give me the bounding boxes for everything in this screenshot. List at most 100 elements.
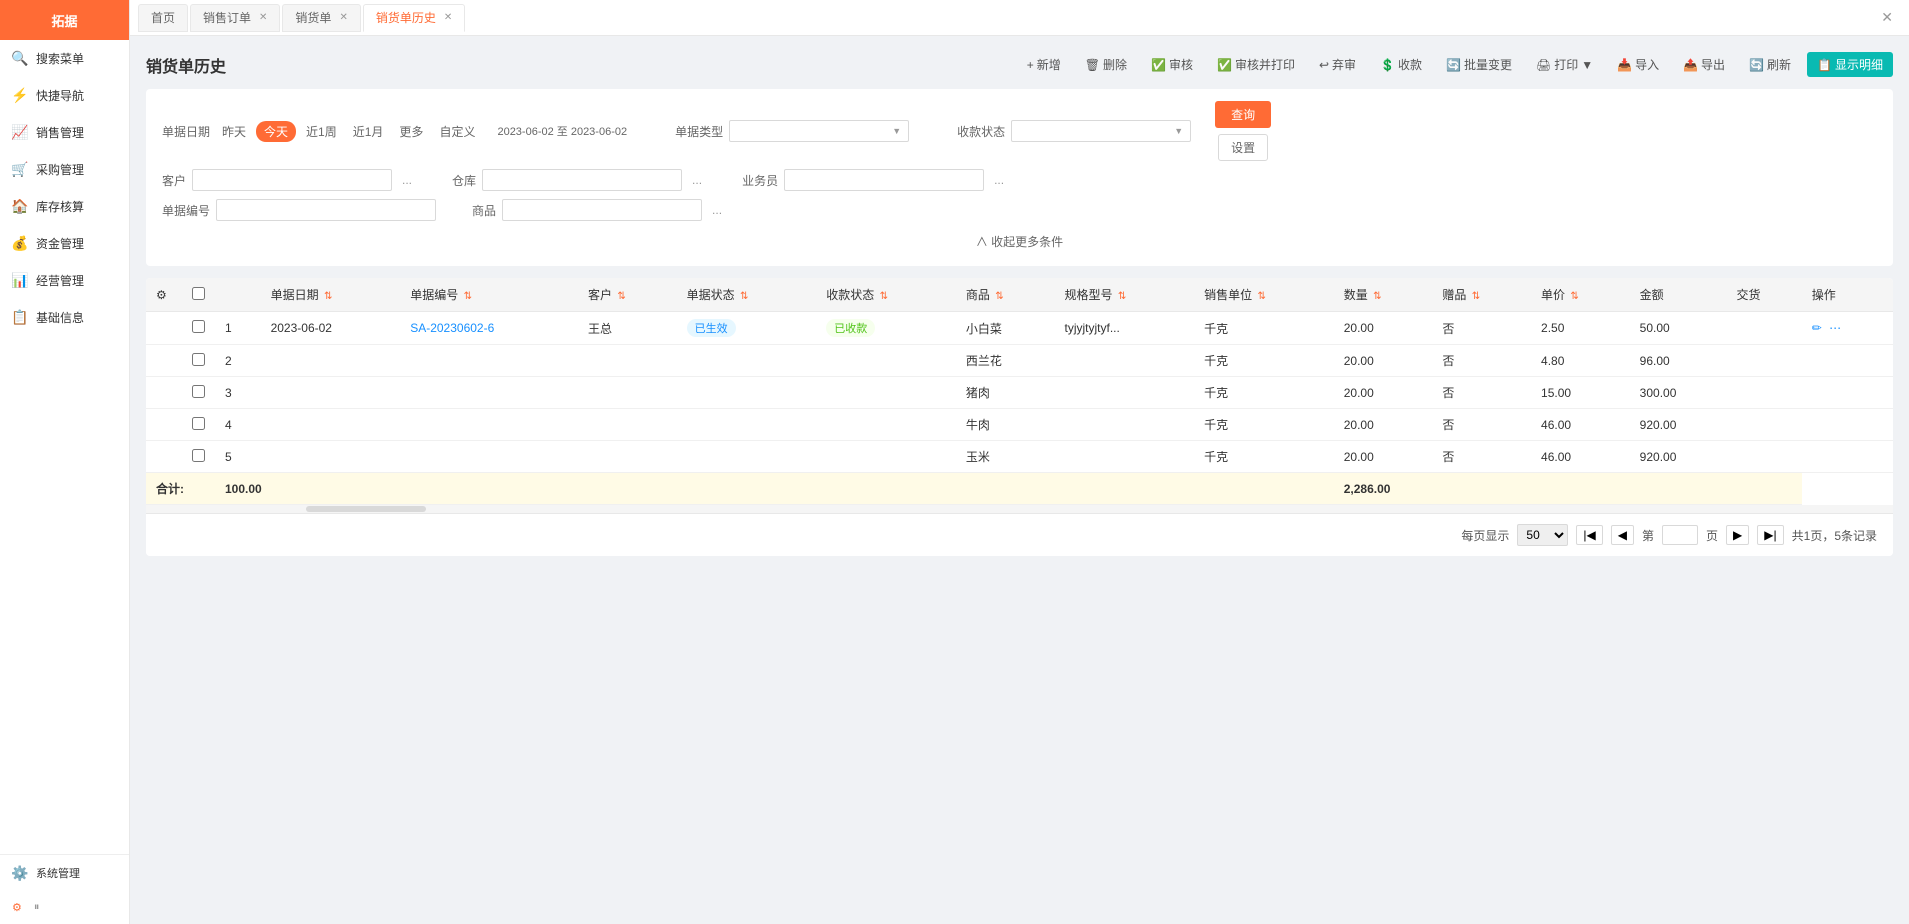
pause-icon[interactable]: ⏸	[34, 901, 40, 914]
table-row: 3 猪肉 千克 20.00 否 15.00 300.	[146, 377, 1893, 409]
shortcut-custom[interactable]: 自定义	[433, 121, 481, 142]
first-page-button[interactable]: |◀	[1576, 525, 1602, 545]
customer-dots[interactable]: ...	[398, 173, 416, 187]
query-button[interactable]: 查询	[1215, 101, 1271, 128]
cell-pay-status	[816, 377, 956, 409]
shortcut-last1m[interactable]: 近1月	[347, 121, 390, 142]
cell-qty: 20.00	[1334, 312, 1433, 345]
doc-no-input[interactable]	[216, 199, 436, 221]
th-doc-no[interactable]: 单据编号 ⇅	[400, 278, 578, 312]
settings-icon[interactable]: ⚙	[12, 901, 22, 914]
tab-sales-goods-close[interactable]: ✕	[339, 12, 347, 23]
th-settings[interactable]: ⚙	[146, 278, 182, 312]
th-spec[interactable]: 规格型号 ⇅	[1055, 278, 1195, 312]
abandon-button[interactable]: ↩ 弃审	[1311, 52, 1364, 77]
tab-home[interactable]: 首页	[138, 4, 188, 32]
goods-dots[interactable]: ...	[708, 203, 726, 217]
th-pay-status[interactable]: 收款状态 ⇅	[816, 278, 956, 312]
tab-sales-history[interactable]: 销货单历史 ✕	[363, 4, 465, 32]
cell-spec	[1055, 409, 1195, 441]
doc-type-select[interactable]	[729, 120, 909, 142]
warehouse-dots[interactable]: ...	[688, 173, 706, 187]
row-checkbox-5[interactable]	[192, 449, 205, 462]
page-label-2: 页	[1706, 527, 1718, 544]
th-goods[interactable]: 商品 ⇅	[956, 278, 1055, 312]
shortcut-today[interactable]: 今天	[256, 121, 296, 142]
collect-button[interactable]: 💲 收款	[1372, 52, 1430, 77]
audit-icon: ✅	[1151, 58, 1166, 72]
table-scrollbar[interactable]	[146, 505, 1893, 513]
cell-seq: 4	[215, 409, 261, 441]
cell-settings	[146, 409, 182, 441]
sidebar-item-system-mgmt[interactable]: ⚙️ 系统管理	[0, 855, 129, 891]
import-button[interactable]: 📥 导入	[1609, 52, 1667, 77]
shortcut-more[interactable]: 更多	[393, 121, 429, 142]
delete-button[interactable]: 🗑 删除	[1077, 52, 1135, 77]
next-page-button[interactable]: ▶	[1726, 525, 1749, 545]
sort-spec-icon: ⇅	[1118, 291, 1126, 302]
select-all-checkbox[interactable]	[192, 287, 205, 300]
tab-sales-goods[interactable]: 销货单 ✕	[282, 4, 360, 32]
prev-page-button[interactable]: ◀	[1611, 525, 1634, 545]
sidebar-item-label: 快捷导航	[36, 87, 84, 104]
action-more[interactable]: ⋯	[1829, 321, 1841, 335]
tab-sales-history-label: 销货单历史	[376, 9, 436, 26]
sidebar-item-sales-mgmt[interactable]: 📈 销售管理	[0, 114, 129, 151]
cell-spec	[1055, 441, 1195, 473]
tab-sales-order-close[interactable]: ✕	[259, 12, 267, 23]
action-edit[interactable]: ✏	[1812, 321, 1822, 335]
tab-sales-order[interactable]: 销售订单 ✕	[190, 4, 280, 32]
audit-print-button[interactable]: ✅ 审核并打印	[1209, 52, 1303, 77]
shortcut-last7[interactable]: 近1周	[300, 121, 343, 142]
th-unit[interactable]: 销售单位 ⇅	[1194, 278, 1334, 312]
sidebar-item-search-menu[interactable]: 🔍 搜索菜单	[0, 40, 129, 77]
last-page-button[interactable]: ▶|	[1757, 525, 1783, 545]
per-page-select[interactable]: 50 100	[1517, 524, 1568, 546]
row-checkbox-2[interactable]	[192, 353, 205, 366]
payment-status-select[interactable]	[1011, 120, 1191, 142]
sidebar-item-quick-nav[interactable]: ⚡ 快捷导航	[0, 77, 129, 114]
sidebar-item-finance-mgmt[interactable]: 💰 资金管理	[0, 225, 129, 262]
export-button[interactable]: 📤 导出	[1675, 52, 1733, 77]
th-price[interactable]: 单价 ⇅	[1531, 278, 1630, 312]
add-button[interactable]: + 新增	[1019, 52, 1069, 77]
doc-no-link[interactable]: SA-20230602-6	[410, 321, 494, 335]
sidebar-item-inventory-calc[interactable]: 🏠 库存核算	[0, 188, 129, 225]
th-gift[interactable]: 赠品 ⇅	[1432, 278, 1531, 312]
audit-button[interactable]: ✅ 审核	[1143, 52, 1201, 77]
sidebar-item-purchase-mgmt[interactable]: 🛒 采购管理	[0, 151, 129, 188]
show-detail-button[interactable]: 📋 显示明细	[1807, 52, 1893, 77]
customer-input[interactable]	[192, 169, 392, 191]
scrollbar-thumb[interactable]	[306, 506, 426, 512]
th-trade: 交货	[1727, 278, 1802, 312]
row-checkbox-1[interactable]	[192, 320, 205, 333]
search-menu-icon: 🔍	[12, 51, 28, 67]
staff-dots[interactable]: ...	[990, 173, 1008, 187]
th-doc-date[interactable]: 单据日期 ⇅	[261, 278, 401, 312]
table-row: 2 西兰花 千克 20.00 否 4.80 96.0	[146, 345, 1893, 377]
abandon-icon: ↩	[1319, 58, 1329, 72]
warehouse-input[interactable]	[482, 169, 682, 191]
th-customer[interactable]: 客户 ⇅	[578, 278, 677, 312]
page-input[interactable]: 1	[1662, 525, 1698, 545]
cell-pay-status	[816, 409, 956, 441]
cell-price: 15.00	[1531, 377, 1630, 409]
sidebar-item-operation-mgmt[interactable]: 📊 经营管理	[0, 262, 129, 299]
th-qty[interactable]: 数量 ⇅	[1334, 278, 1433, 312]
row-checkbox-4[interactable]	[192, 417, 205, 430]
close-all-icon[interactable]: ✕	[1873, 9, 1901, 26]
cell-gift: 否	[1432, 377, 1531, 409]
refresh-button[interactable]: 🔄 刷新	[1741, 52, 1799, 77]
batch-change-button[interactable]: 🔄 批量变更	[1438, 52, 1520, 77]
cell-doc-status	[677, 409, 817, 441]
row-checkbox-3[interactable]	[192, 385, 205, 398]
goods-input[interactable]	[502, 199, 702, 221]
tab-sales-history-close[interactable]: ✕	[444, 12, 452, 23]
shortcut-yesterday[interactable]: 昨天	[216, 121, 252, 142]
sidebar-item-basic-info[interactable]: 📋 基础信息	[0, 299, 129, 336]
filter-collapse[interactable]: ∧ 收起更多条件	[162, 229, 1877, 254]
th-doc-status[interactable]: 单据状态 ⇅	[677, 278, 817, 312]
set-button[interactable]: 设置	[1218, 134, 1268, 161]
staff-input[interactable]	[784, 169, 984, 191]
print-button[interactable]: 🖨 打印 ▼	[1528, 52, 1601, 77]
